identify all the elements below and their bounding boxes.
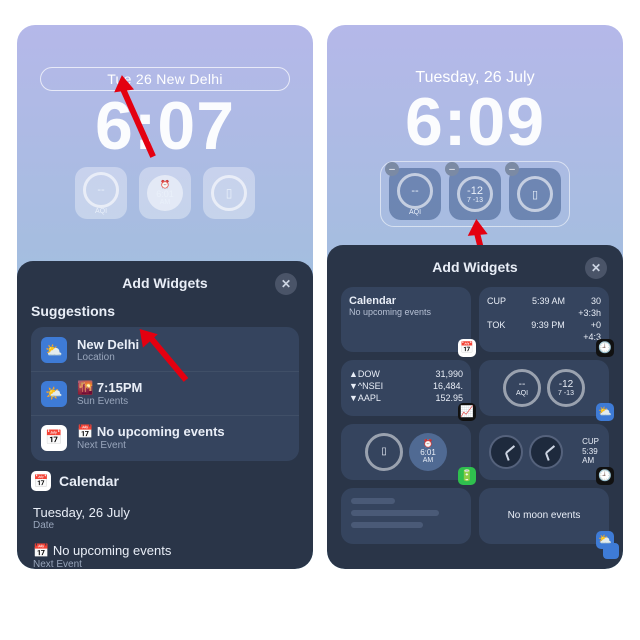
alarm-icon: ⏰ [160, 180, 170, 189]
aqi-temp-card[interactable]: --AQI -127 -13 ⛅ [479, 360, 609, 416]
suggestions-header: Suggestions [31, 303, 299, 319]
stocks-card[interactable]: ▲DOW31,990 ▼^NSEI16,484. ▼AAPL152.95 📈 [341, 360, 471, 416]
battery-icon: ▯ [532, 188, 538, 201]
calendar-date[interactable]: Tuesday, 26 July [33, 505, 297, 520]
battery-widget[interactable]: – ▯ [509, 168, 561, 220]
calendar-header: Calendar [59, 473, 119, 489]
panel-title: Add Widgets [432, 259, 517, 275]
calendar-next-event[interactable]: 📅 No upcoming events [33, 543, 297, 559]
battery-widget[interactable]: ▯ [203, 167, 255, 219]
widget-edit-row[interactable]: – -- AQI – -127 -13 – ▯ [380, 161, 570, 227]
suggestions-card: ⛅ New DelhiLocation 🌤️ 🌇 7:15PMSun Event… [31, 327, 299, 461]
lockscreen-right: Tuesday, 26 July 6:09 – -- AQI – -127 -1… [327, 25, 623, 569]
clock-time: 6:09 [327, 83, 623, 161]
add-widgets-panel: Add Widgets ✕ Suggestions ⛅ New DelhiLoc… [17, 261, 313, 569]
clock-time: 6:07 [17, 87, 313, 165]
calendar-icon: 📅 [31, 471, 51, 491]
reminders-skeleton-card[interactable] [341, 488, 471, 544]
aqi-widget[interactable]: – -- AQI [389, 168, 441, 220]
moon-events-card[interactable]: No moon events ⛅ [479, 488, 609, 544]
alarm-widget[interactable]: ⏰ 6:01 AM [139, 167, 191, 219]
lockscreen-left: Tue 26 New Delhi 6:07 -- AQI ⏰ 6:01 AM ▯ [17, 25, 313, 569]
world-clock-card[interactable]: CUP5:39 AM30 +3:3h TOK9:39 PM+0 +4:3 🕘 [479, 287, 609, 352]
panel-title: Add Widgets [122, 275, 207, 291]
widget-row: -- AQI ⏰ 6:01 AM ▯ [17, 167, 313, 219]
remove-handle[interactable]: – [385, 162, 399, 176]
suggestion-sunevents[interactable]: 🌤️ 🌇 7:15PMSun Events [31, 371, 299, 415]
temp-widget[interactable]: – -127 -13 [449, 168, 501, 220]
suggestion-nextevent[interactable]: 📅 📅 No upcoming eventsNext Event [31, 415, 299, 459]
suggestion-weather[interactable]: ⛅ New DelhiLocation [31, 329, 299, 371]
battery-icon: ▯ [381, 446, 387, 457]
clocks-card[interactable]: CUP5:39AM 🕘 [479, 424, 609, 480]
battery-alarm-card[interactable]: ▯ ⏰6:01AM 🔋 [341, 424, 471, 480]
close-button[interactable]: ✕ [585, 257, 607, 279]
aqi-widget[interactable]: -- AQI [75, 167, 127, 219]
close-button[interactable]: ✕ [275, 273, 297, 295]
add-widgets-panel: Add Widgets ✕ Calendar No upcoming event… [327, 245, 623, 569]
calendar-card[interactable]: Calendar No upcoming events 📅 [341, 287, 471, 352]
battery-icon: ▯ [226, 186, 233, 200]
remove-handle[interactable]: – [505, 162, 519, 176]
remove-handle[interactable]: – [445, 162, 459, 176]
